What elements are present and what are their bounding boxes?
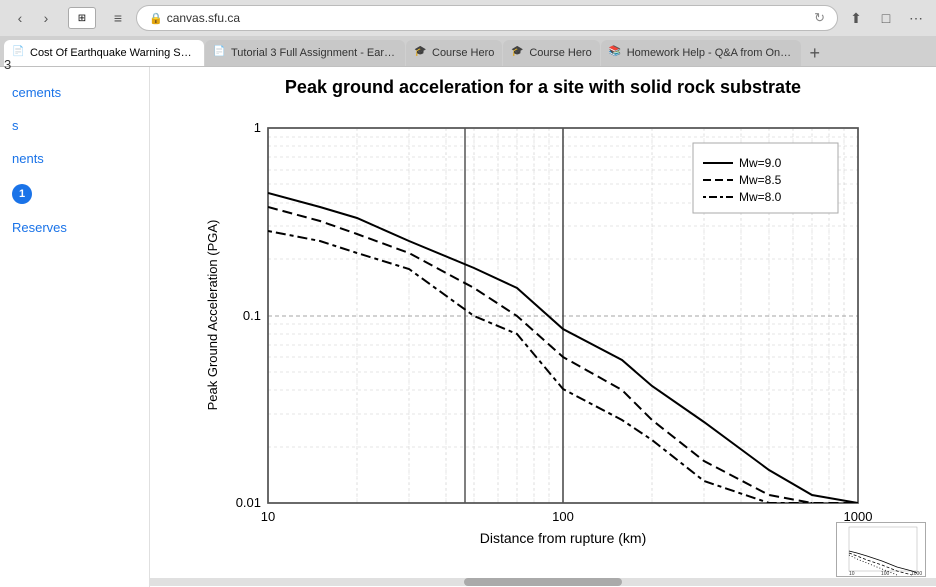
tab-favicon-3: 🎓 [414,46,428,60]
browser-chrome: ‹ › ⊞ ≡ 🔒 canvas.sfu.ca ↻ ⬆ □ ⋯ 📄 Cost O… [0,0,936,67]
x-tick-10: 10 [261,509,275,524]
bookmark-icon[interactable]: □ [874,6,898,30]
sidebar-item-displacements[interactable]: cements [0,77,149,110]
tab-label-4: Course Hero [529,47,591,59]
x-axis-label: Distance from rupture (km) [480,530,646,546]
notification-badge: 1 [12,184,32,204]
nav-buttons: ‹ › [8,6,58,30]
page-number: 3 [4,57,11,72]
y-tick-001: 0.01 [236,495,261,510]
lock-icon: 🔒 [149,12,163,25]
chart-title: Peak ground acceleration for a site with… [285,77,801,98]
svg-text:10: 10 [849,571,855,577]
scrollbar-thumb[interactable] [464,578,621,586]
browser-toolbar: ‹ › ⊞ ≡ 🔒 canvas.sfu.ca ↻ ⬆ □ ⋯ [0,0,936,36]
sidebar-item-components[interactable]: nents [0,143,149,176]
sidebar-item-badge[interactable]: 1 [0,176,149,212]
sidebar-item-label-2: s [12,118,19,133]
tab-overview-icon[interactable]: ⊞ [68,7,96,29]
sidebar-item-2[interactable]: s [0,110,149,143]
legend-label-mw80: Mw=8.0 [739,190,782,204]
legend-label-mw90: Mw=9.0 [739,156,782,170]
tab-favicon-2: 📄 [213,46,227,60]
more-icon[interactable]: ⋯ [904,6,928,30]
new-tab-button[interactable]: + [802,40,828,66]
chart-svg: 1 0.1 0.01 10 100 1000 Peak Ground Accel… [203,108,883,568]
y-tick-1: 1 [254,120,261,135]
back-button[interactable]: ‹ [8,6,32,30]
sidebar-item-reserves[interactable]: Reserves [0,212,149,245]
tab-label-2: Tutorial 3 Full Assignment - Earthquake … [231,47,397,59]
tab-label-1: Cost Of Earthquake Warning System [30,47,196,59]
tab-label-3: Course Hero [432,47,494,59]
tab-3[interactable]: 🎓 Course Hero [406,40,502,66]
svg-text:1000: 1000 [911,571,922,577]
tab-2[interactable]: 📄 Tutorial 3 Full Assignment - Earthquak… [205,40,405,66]
x-tick-100: 100 [552,509,574,524]
y-axis-label: Peak Ground Acceleration (PGA) [205,220,220,411]
menu-button[interactable]: ≡ [106,6,130,30]
y-tick-01: 0.1 [243,308,261,323]
address-bar[interactable]: 🔒 canvas.sfu.ca ↻ [136,5,838,31]
horizontal-scrollbar[interactable] [150,578,936,586]
thumbnail: 10 100 1000 [836,522,926,577]
tab-favicon-1: 📄 [12,46,26,60]
main-content: 3 cements s nents 1 Reserves Peak ground… [0,67,936,587]
url-text: canvas.sfu.ca [167,11,240,25]
forward-button[interactable]: › [34,6,58,30]
sidebar-item-label-3: nents [12,151,44,166]
tab-favicon-5: 📚 [609,46,623,60]
sidebar-item-label-1: cements [12,85,61,100]
svg-text:100: 100 [881,571,890,577]
tab-5[interactable]: 📚 Homework Help - Q&A from Online Tuto..… [601,40,801,66]
content-area: Peak ground acceleration for a site with… [150,67,936,587]
share-icon[interactable]: ⬆ [844,6,868,30]
legend-label-mw85: Mw=8.5 [739,173,782,187]
tab-4[interactable]: 🎓 Course Hero [503,40,599,66]
toolbar-right: ⬆ □ ⋯ [844,6,928,30]
reload-icon: ↻ [814,10,825,26]
tab-bar: 📄 Cost Of Earthquake Warning System 📄 Tu… [0,36,936,66]
chart-container: 1 0.1 0.01 10 100 1000 Peak Ground Accel… [203,108,883,568]
sidebar-item-label-5: Reserves [12,220,67,235]
sidebar: cements s nents 1 Reserves [0,67,150,587]
tab-label-5: Homework Help - Q&A from Online Tuto... [627,47,793,59]
tab-1[interactable]: 📄 Cost Of Earthquake Warning System [4,40,204,66]
tab-favicon-4: 🎓 [511,46,525,60]
